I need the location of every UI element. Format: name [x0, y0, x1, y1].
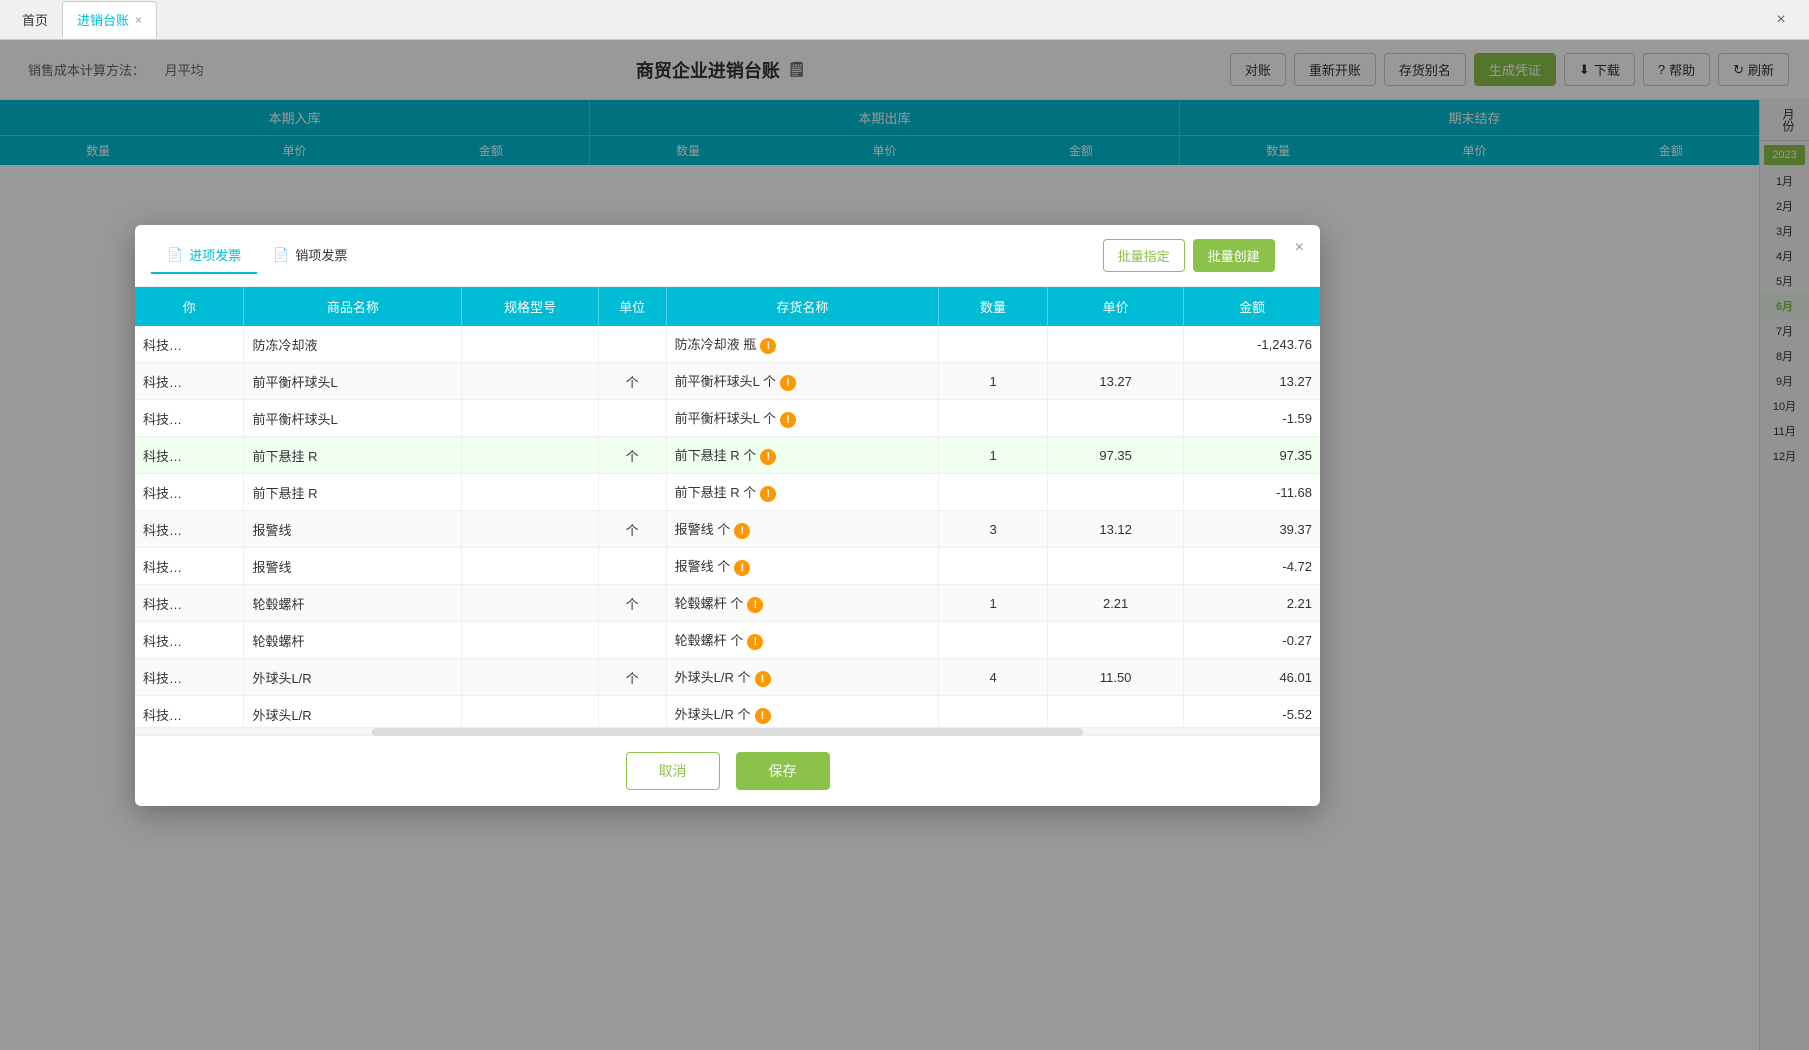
window-close-button[interactable]: ×: [1761, 0, 1801, 40]
modal-table: 你 商品名称 规格型号 单位 存货名称 数量 单价 金额 科技…防冻冷却液防冻冷…: [135, 287, 1320, 727]
warning-icon[interactable]: !: [747, 634, 763, 650]
warning-icon[interactable]: !: [760, 449, 776, 465]
warning-icon[interactable]: !: [734, 523, 750, 539]
tab-active[interactable]: 进销台账 ×: [62, 1, 157, 38]
scrollbar-track[interactable]: [372, 728, 1083, 736]
modal-dialog: 📄 进项发票 📄 销项发票 批量指定 批量创建 × 你 商品名称 规格型: [135, 225, 1320, 806]
outgoing-invoice-icon: 📄: [273, 247, 289, 263]
table-row: 科技…前平衡杆球头L个前平衡杆球头L 个!113.2713.27: [135, 363, 1320, 400]
batch-create-button[interactable]: 批量创建: [1193, 239, 1275, 272]
col-name: 商品名称: [244, 287, 462, 326]
col-id: 你: [135, 287, 244, 326]
table-row: 科技…外球头L/R外球头L/R 个!-5.52: [135, 696, 1320, 728]
warning-icon[interactable]: !: [734, 560, 750, 576]
table-row: 科技…报警线报警线 个!-4.72: [135, 548, 1320, 585]
col-inventory: 存货名称: [666, 287, 938, 326]
warning-icon[interactable]: !: [755, 671, 771, 687]
incoming-invoice-icon: 📄: [167, 247, 183, 263]
tab-active-label: 进销台账: [77, 10, 129, 29]
table-row: 科技…轮毂螺杆个轮毂螺杆 个!12.212.21: [135, 585, 1320, 622]
warning-icon[interactable]: !: [747, 597, 763, 613]
warning-icon[interactable]: !: [780, 412, 796, 428]
modal-footer: 取消 保存: [135, 735, 1320, 806]
batch-assign-button[interactable]: 批量指定: [1103, 239, 1185, 272]
modal-actions: 批量指定 批量创建 ×: [1103, 239, 1304, 272]
warning-icon[interactable]: !: [755, 708, 771, 724]
main-area: 销售成本计算方法： 月平均 商贸企业进销台账 🗒 对账 重新开账 存货别名 生成…: [0, 40, 1809, 1050]
tab-close-icon[interactable]: ×: [135, 13, 142, 27]
modal-header: 📄 进项发票 📄 销项发票 批量指定 批量创建 ×: [135, 225, 1320, 287]
table-row: 科技…报警线个报警线 个!313.1239.37: [135, 511, 1320, 548]
tab-outgoing-invoice[interactable]: 📄 销项发票: [257, 237, 363, 274]
modal-table-scroll[interactable]: 你 商品名称 规格型号 单位 存货名称 数量 单价 金额 科技…防冻冷却液防冻冷…: [135, 287, 1320, 727]
table-row: 科技…外球头L/R个外球头L/R 个!411.5046.01: [135, 659, 1320, 696]
modal-table-body: 科技…防冻冷却液防冻冷却液 瓶!-1,243.76科技…前平衡杆球头L个前平衡杆…: [135, 326, 1320, 727]
tab-incoming-invoice[interactable]: 📄 进项发票: [151, 237, 257, 274]
table-row: 科技…前下悬挂 R前下悬挂 R 个!-11.68: [135, 474, 1320, 511]
horizontal-scrollbar[interactable]: [135, 727, 1320, 735]
cancel-button[interactable]: 取消: [626, 752, 720, 790]
warning-icon[interactable]: !: [780, 375, 796, 391]
save-button[interactable]: 保存: [736, 752, 830, 790]
table-row: 科技…前平衡杆球头L前平衡杆球头L 个!-1.59: [135, 400, 1320, 437]
table-row: 科技…前下悬挂 R个前下悬挂 R 个!197.3597.35: [135, 437, 1320, 474]
col-quantity: 数量: [939, 287, 1048, 326]
tab-home[interactable]: 首页: [8, 2, 62, 37]
warning-icon[interactable]: !: [760, 338, 776, 354]
tab-bar: 首页 进销台账 × ×: [0, 0, 1809, 40]
col-unit: 单位: [598, 287, 666, 326]
warning-icon[interactable]: !: [760, 486, 776, 502]
table-row: 科技…轮毂螺杆轮毂螺杆 个!-0.27: [135, 622, 1320, 659]
col-amount: 金额: [1184, 287, 1320, 326]
table-row: 科技…防冻冷却液防冻冷却液 瓶!-1,243.76: [135, 326, 1320, 363]
modal-close-button[interactable]: ×: [1295, 239, 1304, 272]
modal-table-header: 你 商品名称 规格型号 单位 存货名称 数量 单价 金额: [135, 287, 1320, 326]
col-spec: 规格型号: [462, 287, 598, 326]
col-unit-price: 单价: [1048, 287, 1184, 326]
